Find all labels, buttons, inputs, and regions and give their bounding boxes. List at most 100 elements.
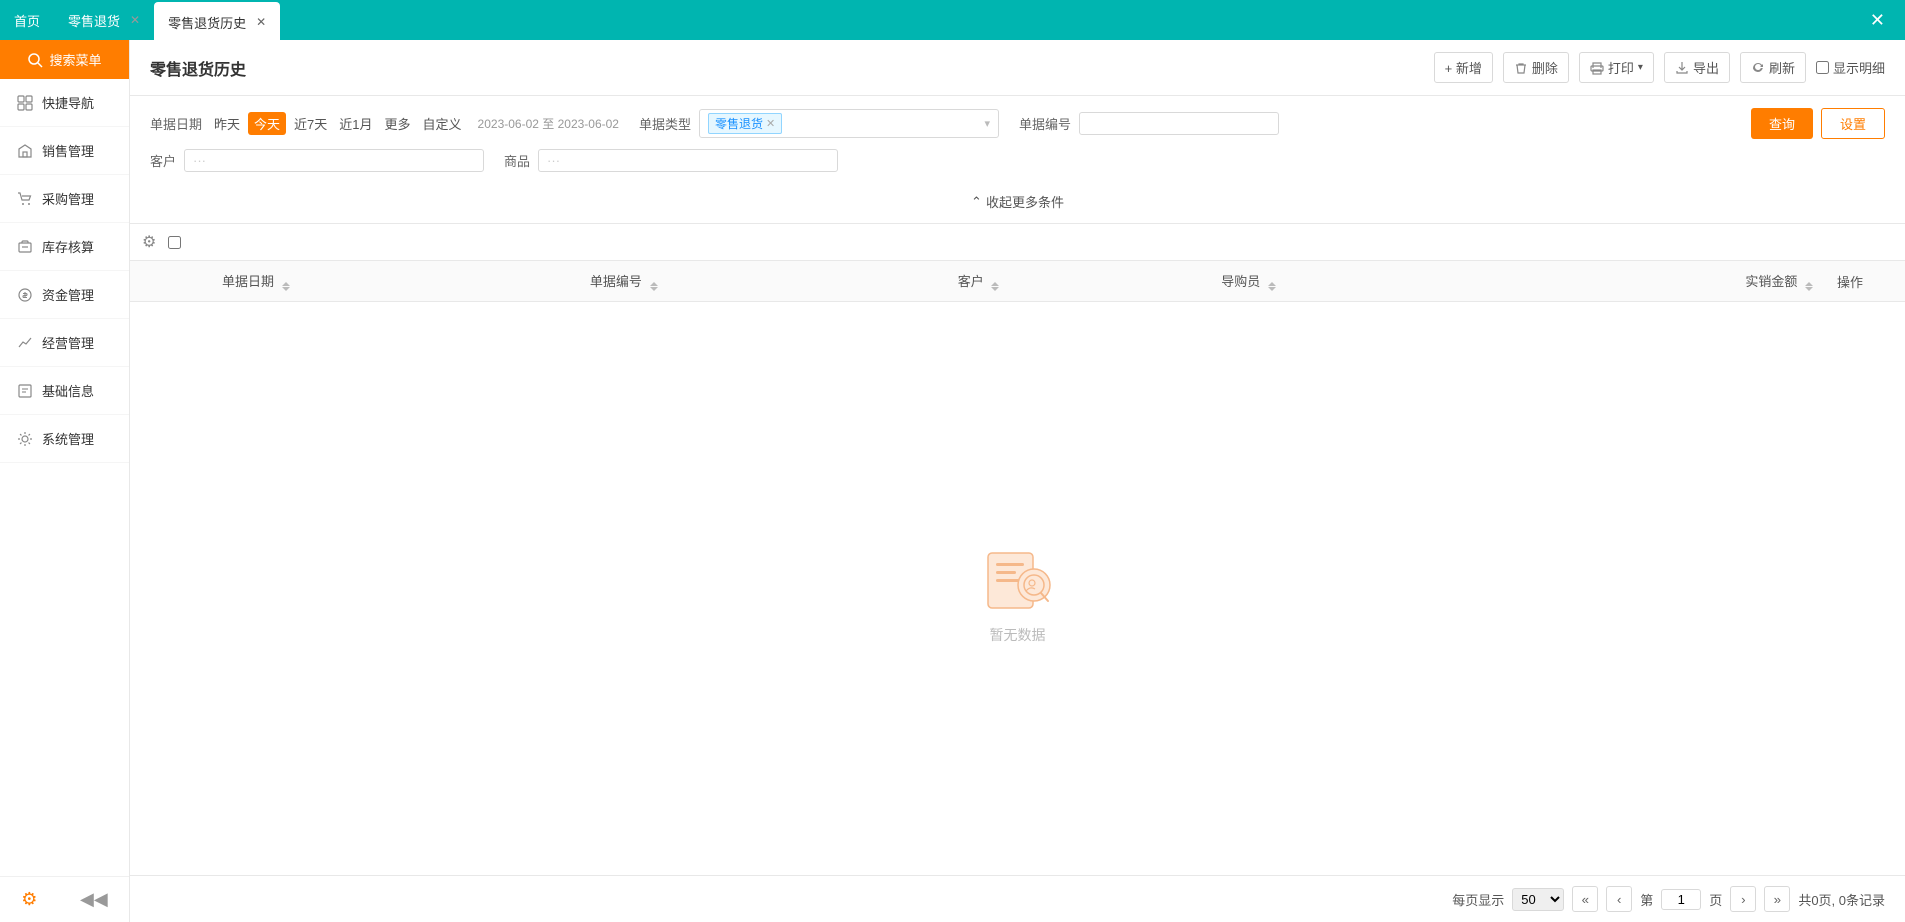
- customer-select[interactable]: ···: [184, 149, 484, 172]
- show-detail-input[interactable]: [1816, 61, 1829, 74]
- tab-retail-return-close[interactable]: ✕: [130, 13, 140, 27]
- th-date-label: 单据日期: [222, 274, 274, 289]
- sidebar-item-operation[interactable]: 经营管理: [0, 319, 129, 367]
- doc-no-input[interactable]: [1079, 112, 1279, 135]
- system-icon: [16, 430, 34, 448]
- main-layout: 搜索菜单 快捷导航 销售管理 采购管理 库存核算: [0, 40, 1905, 922]
- filter-doc-no: 单据编号: [1019, 112, 1279, 135]
- sidebar-item-quick-nav[interactable]: 快捷导航: [0, 79, 129, 127]
- tab-retail-return-history[interactable]: 零售退货历史 ✕: [154, 2, 280, 42]
- date-opt-1month[interactable]: 近1月: [335, 112, 376, 135]
- sidebar-item-label: 系统管理: [42, 429, 94, 448]
- content-area: 零售退货历史 + 新增 删除 打印 ▾ 导出: [130, 40, 1905, 922]
- page-word: 第: [1640, 890, 1653, 909]
- sort-guide-icon: [1268, 282, 1276, 291]
- sidebar-item-inventory[interactable]: 库存核算: [0, 223, 129, 271]
- th-action: 操作: [1825, 261, 1905, 302]
- pagination: 每页显示 50 20 100 « ‹ 第 页 › » 共0页, 0条记录: [130, 875, 1905, 922]
- sidebar-item-purchase[interactable]: 采购管理: [0, 175, 129, 223]
- filter-doc-type: 单据类型 零售退货 ✕ ▾: [639, 109, 999, 138]
- filter-date: 单据日期 昨天 今天 近7天 近1月 更多 自定义 2023-06-02 至 2…: [150, 112, 619, 135]
- doc-type-label: 单据类型: [639, 114, 691, 133]
- date-opt-yesterday[interactable]: 昨天: [210, 112, 244, 135]
- tab-retail-return-history-close[interactable]: ✕: [256, 15, 266, 29]
- refresh-button[interactable]: 刷新: [1740, 52, 1806, 83]
- th-guide[interactable]: 导购员: [1209, 261, 1525, 302]
- empty-state: 暂无数据: [130, 302, 1905, 875]
- new-label: + 新增: [1445, 58, 1482, 77]
- show-detail-checkbox[interactable]: 显示明细: [1816, 58, 1885, 77]
- next-page-button[interactable]: ›: [1730, 886, 1756, 912]
- sidebar-item-label: 资金管理: [42, 285, 94, 304]
- set-button[interactable]: 设置: [1821, 108, 1885, 139]
- doc-type-select[interactable]: 零售退货 ✕ ▾: [699, 109, 999, 138]
- sidebar-item-system[interactable]: 系统管理: [0, 415, 129, 463]
- prev-page-button[interactable]: ‹: [1606, 886, 1632, 912]
- th-settings: [130, 261, 170, 302]
- table-head: 单据日期 单据编号 客户 导购员: [130, 261, 1905, 302]
- query-button[interactable]: 查询: [1751, 108, 1813, 139]
- total-text: 共0页, 0条记录: [1798, 890, 1885, 909]
- export-icon: [1675, 61, 1689, 75]
- print-arrow-icon: ▾: [1638, 62, 1643, 73]
- th-amount[interactable]: 实销金额: [1525, 261, 1825, 302]
- sidebar-item-sales[interactable]: 销售管理: [0, 127, 129, 175]
- sidebar-item-label: 采购管理: [42, 189, 94, 208]
- th-guide-label: 导购员: [1221, 274, 1260, 289]
- date-label: 单据日期: [150, 114, 202, 133]
- tab-retail-return-label: 零售退货: [68, 11, 120, 30]
- filter-actions: 查询 设置: [1751, 108, 1885, 139]
- refresh-icon: [1751, 61, 1765, 75]
- header-actions: + 新增 删除 打印 ▾ 导出 刷新: [1434, 52, 1885, 83]
- settings-bottom-icon[interactable]: ⚙: [21, 889, 37, 910]
- sidebar-search[interactable]: 搜索菜单: [0, 40, 129, 79]
- page-size-label: 每页显示: [1452, 890, 1504, 909]
- print-button[interactable]: 打印 ▾: [1579, 52, 1654, 83]
- tab-retail-return[interactable]: 零售退货 ✕: [54, 0, 154, 40]
- date-options: 昨天 今天 近7天 近1月 更多 自定义: [210, 112, 466, 135]
- sidebar: 搜索菜单 快捷导航 销售管理 采购管理 库存核算: [0, 40, 130, 922]
- first-page-button[interactable]: «: [1572, 886, 1598, 912]
- sort-no-icon: [650, 282, 658, 291]
- sort-date-icon: [282, 282, 290, 291]
- sidebar-item-basic[interactable]: 基础信息: [0, 367, 129, 415]
- th-date[interactable]: 单据日期: [210, 261, 578, 302]
- page-size-select[interactable]: 50 20 100: [1512, 888, 1564, 911]
- doc-type-tag-close[interactable]: ✕: [766, 117, 775, 130]
- sidebar-item-finance[interactable]: 资金管理: [0, 271, 129, 319]
- table-area: ⚙ 单据日期 单据编号: [130, 224, 1905, 875]
- export-button[interactable]: 导出: [1664, 52, 1730, 83]
- sidebar-item-label: 快捷导航: [42, 93, 94, 112]
- last-page-button[interactable]: »: [1764, 886, 1790, 912]
- date-opt-7days[interactable]: 近7天: [290, 112, 331, 135]
- show-detail-label: 显示明细: [1833, 58, 1885, 77]
- tab-retail-return-history-label: 零售退货历史: [168, 13, 246, 32]
- table-settings-icon[interactable]: ⚙: [142, 232, 156, 252]
- goods-select[interactable]: ···: [538, 149, 838, 172]
- filter-area: 单据日期 昨天 今天 近7天 近1月 更多 自定义 2023-06-02 至 2…: [130, 96, 1905, 224]
- audio-bottom-icon[interactable]: ◀◀: [80, 889, 108, 910]
- doc-type-tag: 零售退货 ✕: [708, 113, 782, 134]
- goods-label: 商品: [504, 151, 530, 170]
- page-number-input[interactable]: [1661, 889, 1701, 910]
- window-close-button[interactable]: ✕: [1870, 10, 1885, 31]
- table-toolbar: ⚙: [130, 224, 1905, 261]
- delete-button[interactable]: 删除: [1503, 52, 1569, 83]
- sort-amount-icon: [1805, 282, 1813, 291]
- sidebar-bottom: ⚙ ◀◀: [0, 876, 129, 922]
- select-all-checkbox[interactable]: [168, 236, 181, 249]
- tab-home[interactable]: 首页: [0, 0, 54, 40]
- filter-row-1: 单据日期 昨天 今天 近7天 近1月 更多 自定义 2023-06-02 至 2…: [150, 108, 1885, 139]
- filter-row-2: 客户 ··· 商品 ···: [150, 149, 1885, 172]
- date-opt-custom[interactable]: 自定义: [419, 112, 466, 135]
- date-opt-more[interactable]: 更多: [381, 112, 415, 135]
- date-opt-today[interactable]: 今天: [248, 112, 286, 135]
- date-range-value: 2023-06-02 至 2023-06-02: [478, 115, 619, 132]
- new-button[interactable]: + 新增: [1434, 52, 1493, 83]
- th-customer[interactable]: 客户: [946, 261, 1210, 302]
- th-no[interactable]: 单据编号: [578, 261, 946, 302]
- th-no-label: 单据编号: [590, 274, 642, 289]
- search-icon: [27, 52, 43, 68]
- collapse-button[interactable]: ⌃ 收起更多条件: [971, 186, 1064, 217]
- collapse-label: 收起更多条件: [986, 192, 1064, 211]
